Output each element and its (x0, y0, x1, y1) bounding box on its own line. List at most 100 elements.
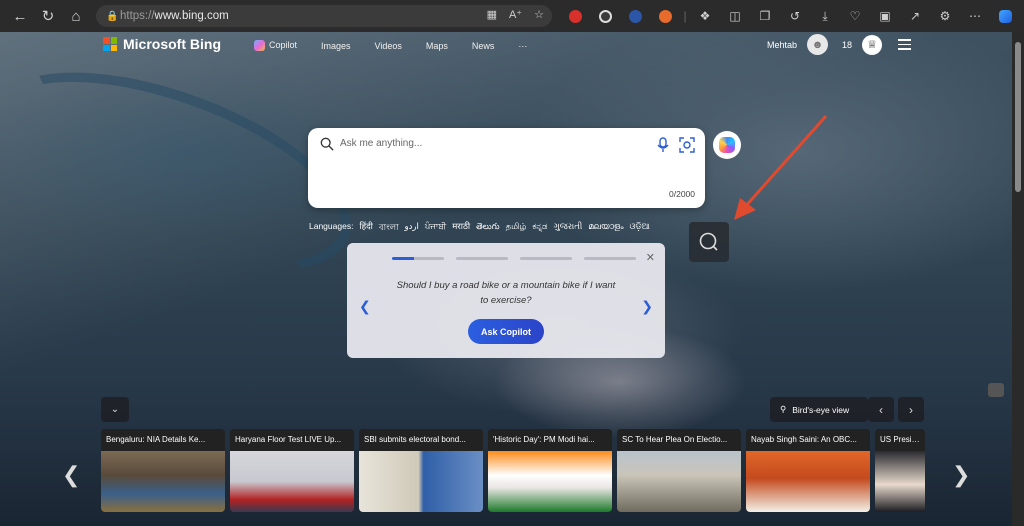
annotation-arrow (734, 115, 828, 220)
nav-maps[interactable]: Maps (426, 41, 448, 51)
feedback-icon[interactable]: ⚙ (930, 0, 960, 32)
news-title: Nayab Singh Saini: An OBC... (746, 429, 870, 451)
favorite-star-icon[interactable]: ☆ (534, 8, 544, 21)
visual-search-icon[interactable] (679, 137, 695, 153)
language-link[interactable]: தமிழ் (506, 221, 527, 235)
extension-orange-icon[interactable] (650, 0, 680, 32)
nav-copilot[interactable]: Copilot (254, 40, 298, 52)
bing-logo[interactable]: Microsoft Bing (103, 36, 221, 52)
downloads-icon[interactable]: ⤓ (810, 0, 840, 32)
news-card[interactable]: Haryana Floor Test LIVE Up... (230, 429, 354, 512)
news-thumbnail (617, 451, 741, 512)
user-area: Mehtab ☻ 18 ♕ (767, 34, 912, 55)
split-screen-icon[interactable]: ◫ (720, 0, 750, 32)
nav-images[interactable]: Images (321, 41, 351, 51)
extension-mask-icon[interactable] (590, 0, 620, 32)
language-link[interactable]: हिंदी (359, 221, 372, 235)
news-prev-chevron-icon[interactable]: ❮ (62, 462, 80, 488)
rewards-count[interactable]: 18 (842, 40, 852, 50)
news-title: SBI submits electoral bond... (359, 429, 483, 451)
read-aloud-icon[interactable]: A⁺ (509, 8, 522, 21)
screenshot-icon[interactable]: ▣ (870, 0, 900, 32)
language-link[interactable]: ಕನ್ನಡ (532, 221, 547, 235)
collections-icon[interactable]: ❐ (750, 0, 780, 32)
history-icon[interactable]: ↺ (780, 0, 810, 32)
home-icon[interactable]: ⌂ (62, 2, 90, 30)
user-name[interactable]: Mehtab (767, 40, 797, 50)
page-scrollbar[interactable] (1012, 32, 1024, 526)
separator: | (683, 9, 687, 23)
language-link[interactable]: ଓଡ଼ିଆ (630, 221, 650, 235)
feedback-face-icon[interactable] (988, 383, 1004, 397)
news-title: US Preside... (875, 429, 925, 451)
nav-copilot-label: Copilot (269, 40, 298, 50)
bing-homepage: Microsoft Bing Copilot Images Videos Map… (0, 32, 1012, 526)
url-protocol: https:// (120, 10, 155, 22)
news-thumbnail (359, 451, 483, 512)
floating-search-button[interactable] (689, 222, 729, 262)
language-link[interactable]: ગુજરાતી (553, 221, 582, 235)
microphone-icon[interactable] (656, 137, 670, 153)
edge-copilot-icon[interactable] (990, 0, 1020, 32)
news-title: SC To Hear Plea On Electio... (617, 429, 741, 451)
prompt-text: Should I buy a road bike or a mountain b… (396, 280, 616, 306)
language-link[interactable]: اردو (405, 221, 419, 235)
language-link[interactable]: മലയാളം (588, 221, 623, 235)
rewards-trophy-icon[interactable]: ♕ (862, 34, 883, 55)
location-pin-icon: ⚲ (780, 404, 787, 414)
search-input[interactable] (340, 138, 640, 149)
close-icon[interactable]: ✕ (646, 251, 655, 264)
ask-copilot-button[interactable]: Ask Copilot (468, 319, 544, 344)
news-card[interactable]: 'Historic Day': PM Modi hai... (488, 429, 612, 512)
image-info-button[interactable]: ⚲ Bird's-eye view (770, 397, 868, 422)
progress-segment (520, 257, 572, 260)
language-link[interactable]: ਪੰਜਾਬੀ (425, 221, 446, 235)
news-title: Haryana Floor Test LIVE Up... (230, 429, 354, 451)
language-link[interactable]: বাংলা (379, 221, 399, 235)
news-card[interactable]: Bengaluru: NIA Details Ke... (101, 429, 225, 512)
search-circle-icon (699, 232, 718, 251)
scrollbar-thumb[interactable] (1015, 42, 1021, 192)
language-link[interactable]: मराठी (452, 221, 470, 235)
share-icon[interactable]: ↗ (900, 0, 930, 32)
search-box[interactable]: 0/2000 (308, 128, 705, 208)
hamburger-menu-icon[interactable] (898, 39, 912, 50)
nav-news[interactable]: News (472, 41, 495, 51)
news-card[interactable]: US Preside... (875, 429, 925, 512)
chevron-right-icon[interactable]: ❯ (641, 298, 653, 315)
extensions-bar: | ❖ ◫ ❐ ↺ ⤓ ♡ ▣ ↗ ⚙ ⋯ (560, 0, 1020, 32)
language-link[interactable]: తెలుగు (476, 221, 499, 235)
nav-videos[interactable]: Videos (375, 41, 402, 51)
news-title: 'Historic Day': PM Modi hai... (488, 429, 612, 451)
news-thumbnail (746, 451, 870, 512)
search-icon (320, 137, 334, 151)
browser-toolbar: ← ↻ ⌂ 🔒 https:// www.bing.com ▦ A⁺ ☆ | ❖… (0, 0, 1024, 32)
avatar-icon[interactable]: ☻ (807, 34, 829, 55)
news-card[interactable]: SBI submits electoral bond... (359, 429, 483, 512)
news-thumbnail (875, 451, 925, 512)
copilot-icon (254, 40, 265, 52)
news-card[interactable]: SC To Hear Plea On Electio... (617, 429, 741, 512)
news-carousel: Bengaluru: NIA Details Ke... Haryana Flo… (101, 429, 926, 514)
previous-image-button[interactable]: ‹ (868, 397, 894, 422)
app-available-icon[interactable]: ▦ (487, 8, 497, 21)
progress-segment (456, 257, 508, 260)
top-nav: Copilot Images Videos Maps News ··· (254, 40, 527, 52)
extension-red-icon[interactable] (560, 0, 590, 32)
back-icon[interactable]: ← (6, 2, 34, 30)
collapse-chevron-icon[interactable]: ⌄ (101, 397, 129, 422)
more-options-icon[interactable]: ⋯ (960, 0, 990, 32)
progress-segment (584, 257, 636, 260)
news-next-chevron-icon[interactable]: ❯ (952, 462, 970, 488)
progress-segment (392, 257, 444, 260)
extensions-puzzle-icon[interactable]: ❖ (690, 0, 720, 32)
extension-blue-icon[interactable] (620, 0, 650, 32)
chevron-left-icon[interactable]: ❮ (359, 298, 371, 315)
news-thumbnail (101, 451, 225, 512)
next-image-button[interactable]: › (898, 397, 924, 422)
browser-essentials-icon[interactable]: ♡ (840, 0, 870, 32)
news-card[interactable]: Nayab Singh Saini: An OBC... (746, 429, 870, 512)
nav-more[interactable]: ··· (518, 41, 527, 51)
refresh-icon[interactable]: ↻ (34, 2, 62, 30)
address-bar[interactable]: 🔒 https:// www.bing.com ▦ A⁺ ☆ (96, 5, 552, 27)
